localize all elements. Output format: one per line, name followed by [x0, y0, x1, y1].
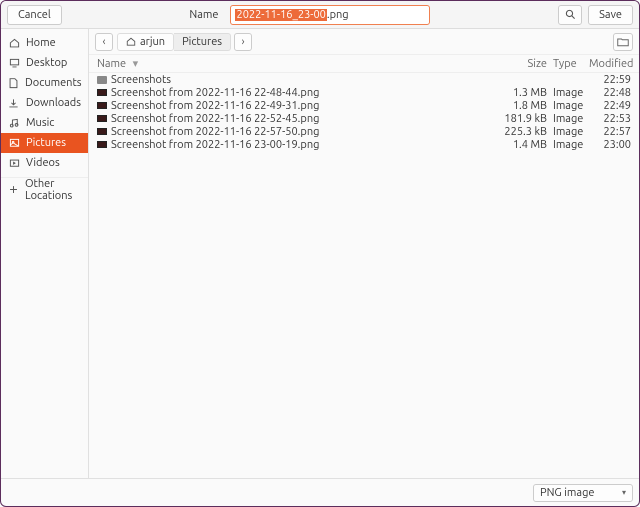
file-size: 1.4 MB — [497, 139, 547, 151]
image-thumb-icon — [97, 128, 107, 135]
main-pane: ‹ arjun Pictures › Name ▾ Size — [89, 29, 639, 478]
breadcrumb-label: arjun — [140, 36, 165, 48]
image-thumb-icon — [97, 102, 107, 109]
breadcrumb-arjun[interactable]: arjun — [117, 33, 174, 51]
file-row[interactable]: Screenshot from 2022-11-16 22-57-50.png 2… — [89, 125, 639, 138]
image-thumb-icon — [97, 89, 107, 96]
sidebar-item-label: Downloads — [26, 97, 81, 109]
file-size: 225.3 kB — [497, 126, 547, 138]
file-type: Image — [547, 139, 589, 151]
file-name: Screenshot from 2022-11-16 22-52-45.png — [111, 113, 319, 125]
file-modified: 22:49 — [589, 100, 631, 112]
file-size: 181.9 kB — [497, 113, 547, 125]
file-modified: 22:53 — [589, 113, 631, 125]
sidebar-item-label: Videos — [26, 157, 60, 169]
chevron-right-icon: › — [242, 36, 245, 48]
file-modified: 23:00 — [589, 139, 631, 151]
file-type: Image — [547, 87, 589, 99]
file-row[interactable]: Screenshot from 2022-11-16 22-48-44.png 1… — [89, 86, 639, 99]
sidebar-item-label: Music — [26, 117, 54, 129]
file-name: Screenshot from 2022-11-16 22-49-31.png — [111, 100, 319, 112]
dialog-body: Home Desktop Documents Downloads Music Pictur… — [1, 29, 639, 478]
name-label: Name — [189, 9, 224, 21]
places-sidebar: Home Desktop Documents Downloads Music Pictur… — [1, 29, 89, 478]
folder-icon — [97, 76, 107, 84]
file-row[interactable]: Screenshot from 2022-11-16 22-52-45.png 1… — [89, 112, 639, 125]
filename-ext: .png — [327, 9, 349, 21]
sidebar-other-locations[interactable]: Other Locations — [1, 177, 88, 197]
sidebar-item-pictures[interactable]: Pictures — [1, 133, 88, 153]
sidebar-item-label: Desktop — [26, 57, 67, 69]
filename-selection: 2022-11-16_23-00 — [235, 9, 326, 21]
sidebar-item-label: Home — [26, 37, 56, 49]
sidebar-item-music[interactable]: Music — [1, 113, 88, 133]
path-bar: ‹ arjun Pictures › — [89, 29, 639, 55]
save-button[interactable]: Save — [588, 5, 633, 25]
file-name: Screenshot from 2022-11-16 23-00-19.png — [111, 139, 319, 151]
sidebar-item-label: Other Locations — [25, 178, 81, 202]
chevron-down-icon: ▾ — [622, 488, 626, 497]
nav-back-button[interactable]: ‹ — [95, 33, 113, 51]
file-type: Image — [547, 113, 589, 125]
nav-forward-button[interactable]: › — [234, 33, 252, 51]
file-row[interactable]: Screenshots 22:59 — [89, 73, 639, 86]
sidebar-item-label: Pictures — [26, 137, 66, 149]
file-size: 1.8 MB — [497, 100, 547, 112]
col-header-type[interactable]: Type — [547, 58, 589, 70]
filename-input[interactable]: 2022-11-16_23-00.png — [230, 5, 430, 25]
sidebar-item-downloads[interactable]: Downloads — [1, 93, 88, 113]
file-modified: 22:59 — [589, 74, 631, 86]
file-size: 1.3 MB — [497, 87, 547, 99]
pictures-icon — [8, 138, 20, 149]
search-button[interactable] — [558, 5, 582, 25]
search-icon — [565, 9, 576, 20]
home-icon — [8, 38, 20, 49]
file-type: Image — [547, 100, 589, 112]
cancel-button[interactable]: Cancel — [7, 5, 62, 25]
documents-icon — [8, 78, 19, 89]
videos-icon — [8, 158, 20, 169]
sidebar-item-desktop[interactable]: Desktop — [1, 53, 88, 73]
col-header-modified[interactable]: Modified — [589, 58, 631, 70]
header-bar: Cancel Name 2022-11-16_23-00.png Save — [1, 1, 639, 29]
file-row[interactable]: Screenshot from 2022-11-16 23-00-19.png 1… — [89, 138, 639, 151]
filetype-combo[interactable]: PNG image ▾ — [533, 484, 633, 502]
column-headers: Name ▾ Size Type Modified — [89, 55, 639, 73]
plus-icon — [8, 184, 19, 195]
file-name: Screenshots — [111, 74, 171, 86]
file-modified: 22:48 — [589, 87, 631, 99]
home-icon — [126, 37, 136, 47]
file-modified: 22:57 — [589, 126, 631, 138]
downloads-icon — [8, 98, 20, 109]
image-thumb-icon — [97, 141, 107, 148]
new-folder-icon — [617, 37, 629, 47]
col-header-size[interactable]: Size — [497, 58, 547, 70]
filetype-label: PNG image — [540, 487, 594, 499]
file-list: Name ▾ Size Type Modified Screenshots 22:… — [89, 55, 639, 478]
file-name: Screenshot from 2022-11-16 22-48-44.png — [111, 87, 319, 99]
file-type: Image — [547, 126, 589, 138]
sidebar-item-home[interactable]: Home — [1, 33, 88, 53]
sidebar-item-documents[interactable]: Documents — [1, 73, 88, 93]
save-dialog: Cancel Name 2022-11-16_23-00.png Save Ho… — [0, 0, 640, 507]
breadcrumb-label: Pictures — [182, 36, 222, 48]
col-header-name[interactable]: Name ▾ — [97, 57, 497, 70]
file-name: Screenshot from 2022-11-16 22-57-50.png — [111, 126, 319, 138]
sidebar-item-videos[interactable]: Videos — [1, 153, 88, 173]
image-thumb-icon — [97, 115, 107, 122]
footer-bar: PNG image ▾ — [1, 478, 639, 506]
music-icon — [8, 118, 20, 129]
file-row[interactable]: Screenshot from 2022-11-16 22-49-31.png 1… — [89, 99, 639, 112]
chevron-left-icon: ‹ — [102, 36, 105, 48]
new-folder-button[interactable] — [613, 33, 633, 51]
breadcrumb-pictures[interactable]: Pictures — [174, 33, 231, 51]
desktop-icon — [8, 58, 20, 69]
sidebar-item-label: Documents — [25, 77, 82, 89]
sort-indicator-icon: ▾ — [133, 58, 139, 70]
